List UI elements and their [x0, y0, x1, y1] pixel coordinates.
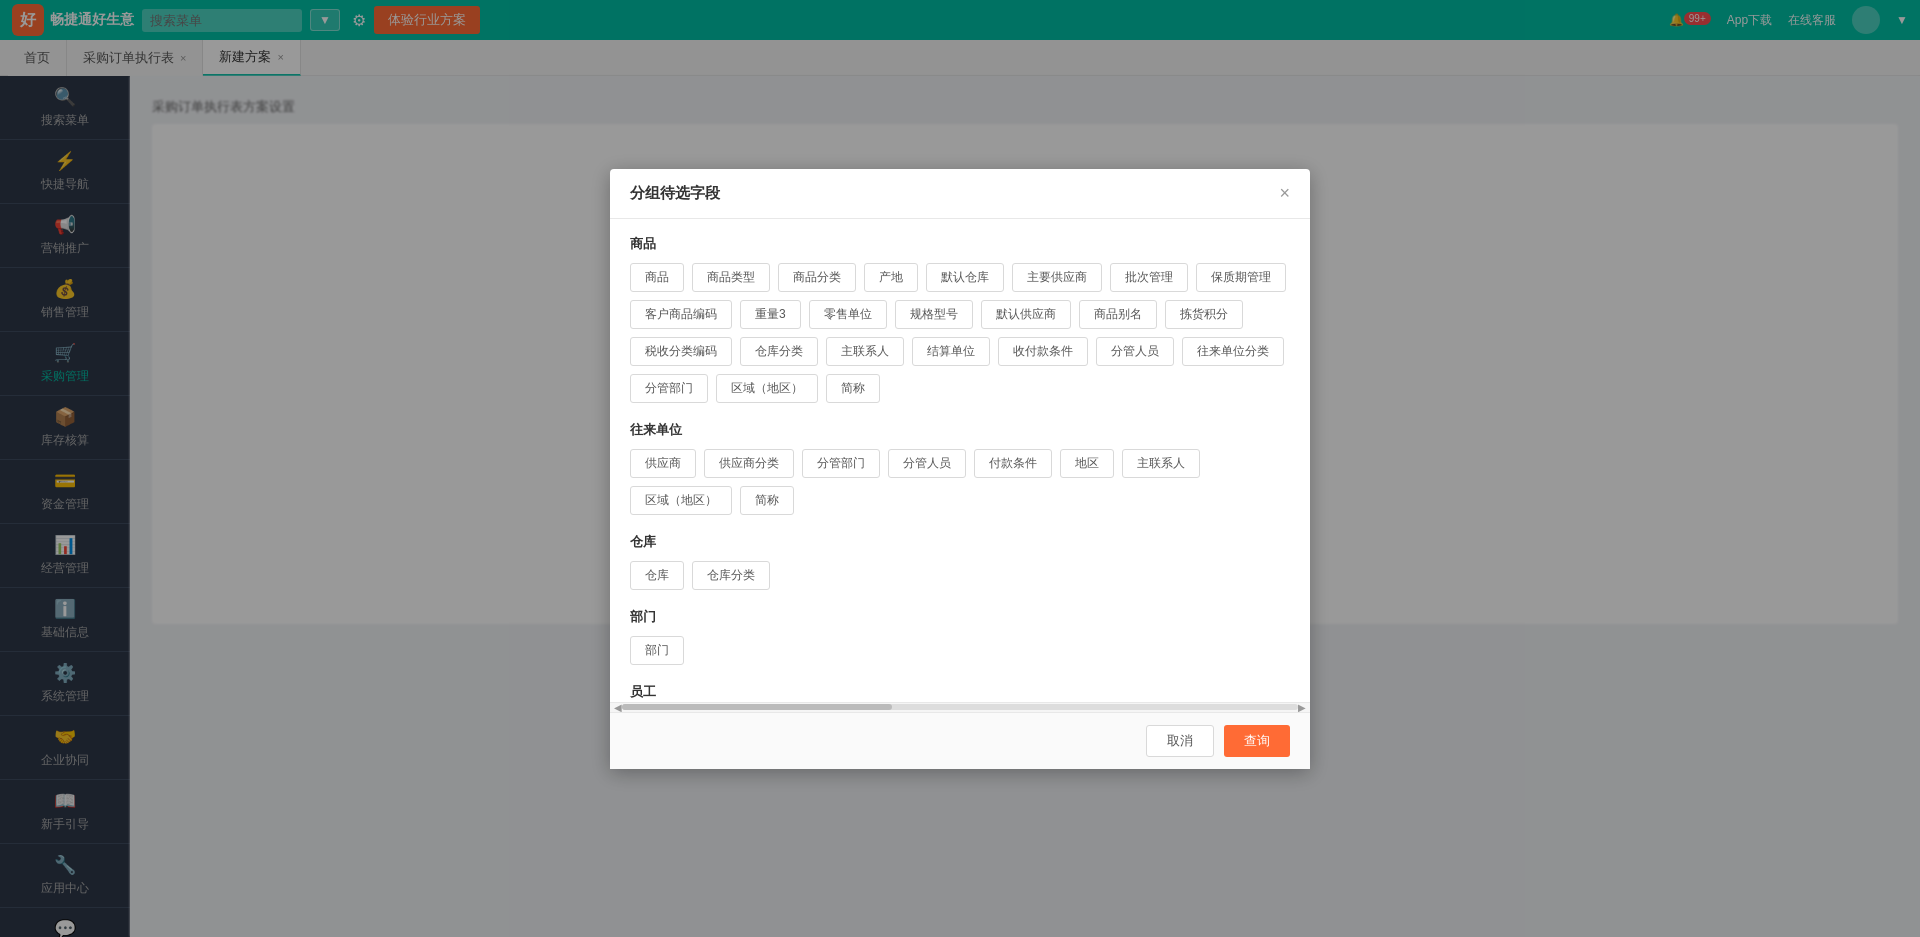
field-tag-warehouse-type[interactable]: 仓库分类: [692, 561, 770, 590]
field-tag-origin[interactable]: 产地: [864, 263, 918, 292]
field-tag-goods-alias[interactable]: 商品别名: [1079, 300, 1157, 329]
section-goods-title: 商品: [630, 235, 1290, 253]
field-tag-supplier[interactable]: 供应商: [630, 449, 696, 478]
section-warehouse: 仓库 仓库 仓库分类: [630, 533, 1290, 590]
confirm-button[interactable]: 查询: [1224, 725, 1290, 757]
field-tag-partner-category[interactable]: 往来单位分类: [1182, 337, 1284, 366]
field-tag-main-contact-partner[interactable]: 主联系人: [1122, 449, 1200, 478]
field-tag-retail-unit[interactable]: 零售单位: [809, 300, 887, 329]
field-tags-dept: 部门: [630, 636, 1290, 665]
field-tag-payment-terms[interactable]: 收付款条件: [998, 337, 1088, 366]
field-tag-supervisor[interactable]: 分管人员: [1096, 337, 1174, 366]
field-tag-short-name-goods[interactable]: 简称: [826, 374, 880, 403]
field-tags-partner: 供应商 供应商分类 分管部门 分管人员 付款条件 地区 主联系人 区域（地区） …: [630, 449, 1290, 515]
field-tag-supplier-category[interactable]: 供应商分类: [704, 449, 794, 478]
field-tag-spec-model[interactable]: 规格型号: [895, 300, 973, 329]
field-tag-default-supplier[interactable]: 默认供应商: [981, 300, 1071, 329]
field-tag-settlement-unit[interactable]: 结算单位: [912, 337, 990, 366]
hscroll-thumb[interactable]: [622, 704, 892, 710]
field-tag-weight3[interactable]: 重量3: [740, 300, 801, 329]
field-tag-pick-points[interactable]: 拣货积分: [1165, 300, 1243, 329]
field-tag-customer-code[interactable]: 客户商品编码: [630, 300, 732, 329]
modal-close-btn[interactable]: ×: [1279, 183, 1290, 204]
field-tag-dept[interactable]: 部门: [630, 636, 684, 665]
modal-footer: 取消 查询: [610, 712, 1310, 769]
section-goods: 商品 商品 商品类型 商品分类 产地 默认仓库 主要供应商 批次管理 保质期管理…: [630, 235, 1290, 403]
field-tag-supervisor-partner[interactable]: 分管人员: [888, 449, 966, 478]
section-dept-title: 部门: [630, 608, 1290, 626]
field-tag-dept-managed[interactable]: 分管部门: [630, 374, 708, 403]
section-employee-title: 员工: [630, 683, 1290, 701]
section-dept: 部门 部门: [630, 608, 1290, 665]
field-tag-warehouse[interactable]: 仓库: [630, 561, 684, 590]
field-tag-shelf-life[interactable]: 保质期管理: [1196, 263, 1286, 292]
field-selection-modal: 分组待选字段 × 商品 商品 商品类型 商品分类 产地 默认仓库 主要供应商 批…: [610, 169, 1310, 769]
modal-horizontal-scrollbar[interactable]: ◀ ▶: [610, 702, 1310, 712]
section-employee: 员工 业务员: [630, 683, 1290, 702]
field-tag-tax-code[interactable]: 税收分类编码: [630, 337, 732, 366]
field-tag-short-name-partner[interactable]: 简称: [740, 486, 794, 515]
modal-header: 分组待选字段 ×: [610, 169, 1310, 219]
section-partner-title: 往来单位: [630, 421, 1290, 439]
field-tag-payment-condition[interactable]: 付款条件: [974, 449, 1052, 478]
field-tag-batch-mgmt[interactable]: 批次管理: [1110, 263, 1188, 292]
field-tag-region-goods[interactable]: 区域（地区）: [716, 374, 818, 403]
field-tag-goods-category[interactable]: 商品分类: [778, 263, 856, 292]
modal-title: 分组待选字段: [630, 184, 720, 203]
field-tag-warehouse-category[interactable]: 仓库分类: [740, 337, 818, 366]
section-warehouse-title: 仓库: [630, 533, 1290, 551]
modal-body: 商品 商品 商品类型 商品分类 产地 默认仓库 主要供应商 批次管理 保质期管理…: [610, 219, 1310, 702]
field-tag-default-warehouse[interactable]: 默认仓库: [926, 263, 1004, 292]
modal-overlay: 分组待选字段 × 商品 商品 商品类型 商品分类 产地 默认仓库 主要供应商 批…: [0, 0, 1920, 937]
section-partner: 往来单位 供应商 供应商分类 分管部门 分管人员 付款条件 地区 主联系人 区域…: [630, 421, 1290, 515]
hscroll-track: [622, 704, 1298, 710]
field-tag-goods[interactable]: 商品: [630, 263, 684, 292]
field-tags-warehouse: 仓库 仓库分类: [630, 561, 1290, 590]
field-tag-region2-partner[interactable]: 区域（地区）: [630, 486, 732, 515]
cancel-button[interactable]: 取消: [1146, 725, 1214, 757]
field-tag-region-partner[interactable]: 地区: [1060, 449, 1114, 478]
field-tag-main-supplier[interactable]: 主要供应商: [1012, 263, 1102, 292]
field-tag-goods-type[interactable]: 商品类型: [692, 263, 770, 292]
field-tag-main-contact[interactable]: 主联系人: [826, 337, 904, 366]
field-tags-goods: 商品 商品类型 商品分类 产地 默认仓库 主要供应商 批次管理 保质期管理 客户…: [630, 263, 1290, 403]
field-tag-dept-managed-partner[interactable]: 分管部门: [802, 449, 880, 478]
